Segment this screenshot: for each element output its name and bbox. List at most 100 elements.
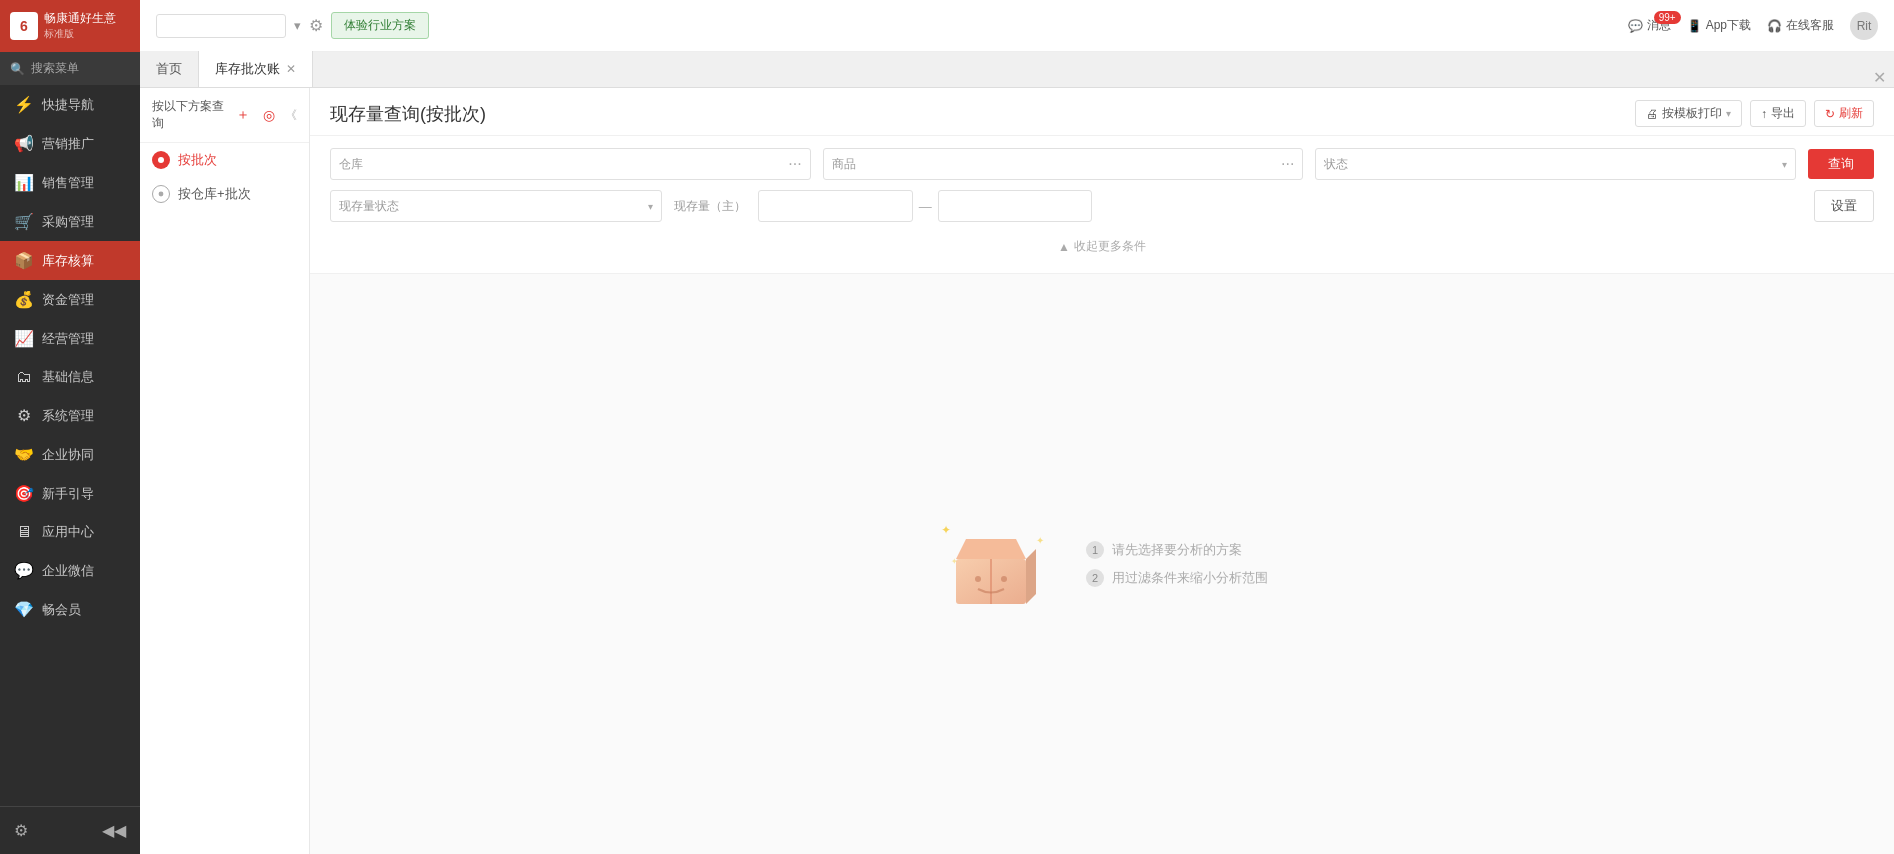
empty-hint-2: 2 用过滤条件来缩小分析范围	[1086, 569, 1268, 587]
refresh-btn[interactable]: ↻ 刷新	[1814, 100, 1874, 127]
scheme-item-by-batch[interactable]: 按批次	[140, 143, 309, 177]
sidebar-item-newbie[interactable]: 🎯 新手引导	[0, 474, 140, 513]
empty-hint-2-text: 用过滤条件来缩小分析范围	[1112, 569, 1268, 587]
inventory-status-arrow-icon[interactable]: ▾	[648, 201, 653, 212]
inventory-icon: 📦	[14, 251, 34, 270]
sidebar-item-vip[interactable]: 💎 畅会员	[0, 590, 140, 629]
svg-point-1	[159, 192, 164, 197]
sidebar-item-sales[interactable]: 📊 销售管理	[0, 163, 140, 202]
printer-icon: 🖨	[1646, 107, 1658, 121]
sidebar-item-app-center[interactable]: 🖥 应用中心	[0, 513, 140, 551]
left-panel: 按以下方案查询 ＋ ◎ 《 按批次 按仓库	[140, 88, 310, 854]
sidebar-footer: ⚙ ◀◀	[0, 806, 140, 854]
left-panel-title: 按以下方案查询	[152, 98, 233, 132]
query-btn[interactable]: 查询	[1808, 149, 1874, 179]
sidebar-label-sales: 销售管理	[42, 174, 94, 192]
sales-icon: 📊	[14, 173, 34, 192]
sidebar-search-label: 搜索菜单	[31, 60, 79, 77]
sidebar-item-marketing[interactable]: 📢 营销推广	[0, 124, 140, 163]
online-service-label: 在线客服	[1786, 17, 1834, 34]
target-scheme-icon[interactable]: ◎	[259, 105, 279, 125]
empty-hint-1: 1 请先选择要分析的方案	[1086, 541, 1268, 559]
system-icon: ⚙	[14, 406, 34, 425]
add-scheme-icon[interactable]: ＋	[233, 105, 253, 125]
sidebar-item-basic[interactable]: 🗂 基础信息	[0, 358, 140, 396]
sidebar-header: 6 畅康通好生意 标准版	[0, 0, 140, 52]
product-input[interactable]	[862, 157, 1277, 171]
sidebar-item-quick-nav[interactable]: ⚡ 快捷导航	[0, 85, 140, 124]
empty-illustration: ✦ ✦ ✦	[936, 514, 1056, 614]
tab-inventory-batch[interactable]: 库存批次账 ✕	[199, 51, 313, 87]
collapse-left-panel-icon[interactable]: 《	[285, 107, 297, 124]
settings-btn[interactable]: 设置	[1814, 190, 1874, 222]
warehouse-input[interactable]	[369, 157, 784, 171]
topbar-dropdown-arrow-icon[interactable]: ▾	[294, 18, 301, 33]
basic-icon: 🗂	[14, 368, 34, 386]
user-name: Rit	[1857, 19, 1872, 33]
refresh-icon: ↻	[1825, 107, 1835, 121]
svg-text:✦: ✦	[1036, 535, 1044, 546]
main-area: ▾ ⚙ 体验行业方案 💬 消息 99+ 📱 App下载 🎧 在线客服 Rit	[140, 0, 1894, 854]
export-label: 导出	[1771, 105, 1795, 122]
app-download-item[interactable]: 📱 App下载	[1687, 17, 1751, 34]
sidebar-item-enterprise[interactable]: 🤝 企业协同	[0, 435, 140, 474]
svg-point-0	[158, 157, 164, 163]
sidebar-label-system: 系统管理	[42, 407, 94, 425]
sidebar-item-purchase[interactable]: 🛒 采购管理	[0, 202, 140, 241]
topbar-search-input[interactable]	[156, 14, 286, 38]
chevron-up-icon: ▲	[1058, 240, 1070, 254]
page-header: 现存量查询(按批次) 🖨 按模板打印 ▾ ↑ 导出 ↻ 刷新	[310, 88, 1894, 136]
svg-marker-5	[1026, 549, 1036, 604]
page-actions: 🖨 按模板打印 ▾ ↑ 导出 ↻ 刷新	[1635, 100, 1874, 127]
sidebar-label-newbie: 新手引导	[42, 485, 94, 503]
product-field[interactable]: 商品 ···	[823, 148, 1304, 180]
product-more-icon[interactable]: ···	[1281, 155, 1294, 173]
print-btn[interactable]: 🖨 按模板打印 ▾	[1635, 100, 1742, 127]
status-field[interactable]: 状态 ▾	[1315, 148, 1796, 180]
sidebar-search[interactable]: 🔍 搜索菜单	[0, 52, 140, 85]
sidebar-item-operations[interactable]: 📈 经营管理	[0, 319, 140, 358]
avatar: Rit	[1850, 12, 1878, 40]
collapse-sidebar-icon[interactable]: ◀◀	[98, 817, 130, 844]
inventory-status-input[interactable]	[405, 199, 644, 213]
warehouse-field[interactable]: 仓库 ···	[330, 148, 811, 180]
export-btn[interactable]: ↑ 导出	[1750, 100, 1806, 127]
sidebar: 6 畅康通好生意 标准版 🔍 搜索菜单 ⚡ 快捷导航 📢 营销推广 📊 销售管理…	[0, 0, 140, 854]
enterprise-icon: 🤝	[14, 445, 34, 464]
sidebar-item-wechat[interactable]: 💬 企业微信	[0, 551, 140, 590]
topbar: ▾ ⚙ 体验行业方案 💬 消息 99+ 📱 App下载 🎧 在线客服 Rit	[140, 0, 1894, 52]
qty-min-input[interactable]	[758, 190, 913, 222]
status-input[interactable]	[1354, 157, 1778, 171]
app-logo: 6	[10, 12, 38, 40]
status-dropdown-icon[interactable]: ▾	[1782, 159, 1787, 170]
topbar-gear-icon[interactable]: ⚙	[309, 16, 323, 35]
inventory-status-field[interactable]: 现存量状态 ▾	[330, 190, 662, 222]
tab-close-icon[interactable]: ✕	[286, 62, 296, 76]
sidebar-item-finance[interactable]: 💰 资金管理	[0, 280, 140, 319]
warehouse-more-icon[interactable]: ···	[788, 155, 801, 173]
left-panel-header: 按以下方案查询 ＋ ◎ 《	[140, 88, 309, 143]
online-service-item[interactable]: 🎧 在线客服	[1767, 17, 1834, 34]
settings-footer-icon[interactable]: ⚙	[10, 817, 32, 844]
user-item[interactable]: Rit	[1850, 12, 1878, 40]
sidebar-item-inventory[interactable]: 📦 库存核算	[0, 241, 140, 280]
trial-btn[interactable]: 体验行业方案	[331, 12, 429, 39]
sidebar-label-finance: 资金管理	[42, 291, 94, 309]
scheme-item-by-warehouse-batch[interactable]: 按仓库+批次	[140, 177, 309, 211]
tab-home[interactable]: 首页	[140, 51, 199, 87]
collapse-more-btn[interactable]: ▲ 收起更多条件	[330, 232, 1874, 261]
panel-close-icon[interactable]: ✕	[1873, 68, 1886, 87]
sidebar-item-system[interactable]: ⚙ 系统管理	[0, 396, 140, 435]
scheme-active-dot	[152, 151, 170, 169]
empty-text-block: 1 请先选择要分析的方案 2 用过滤条件来缩小分析范围	[1086, 541, 1268, 587]
sidebar-label-vip: 畅会员	[42, 601, 81, 619]
qty-max-input[interactable]	[938, 190, 1093, 222]
sidebar-label-inventory: 库存核算	[42, 252, 94, 270]
messages-item[interactable]: 💬 消息 99+	[1628, 17, 1671, 34]
sidebar-nav: ⚡ 快捷导航 📢 营销推广 📊 销售管理 🛒 采购管理 📦 库存核算 💰 资金管…	[0, 85, 140, 806]
sidebar-label-app-center: 应用中心	[42, 523, 94, 541]
page-title: 现存量查询(按批次)	[330, 102, 486, 126]
sidebar-label-operations: 经营管理	[42, 330, 94, 348]
search-icon: 🔍	[10, 62, 25, 76]
filter-row-2: 现存量状态 ▾ 现存量（主） — 设置	[330, 190, 1874, 222]
